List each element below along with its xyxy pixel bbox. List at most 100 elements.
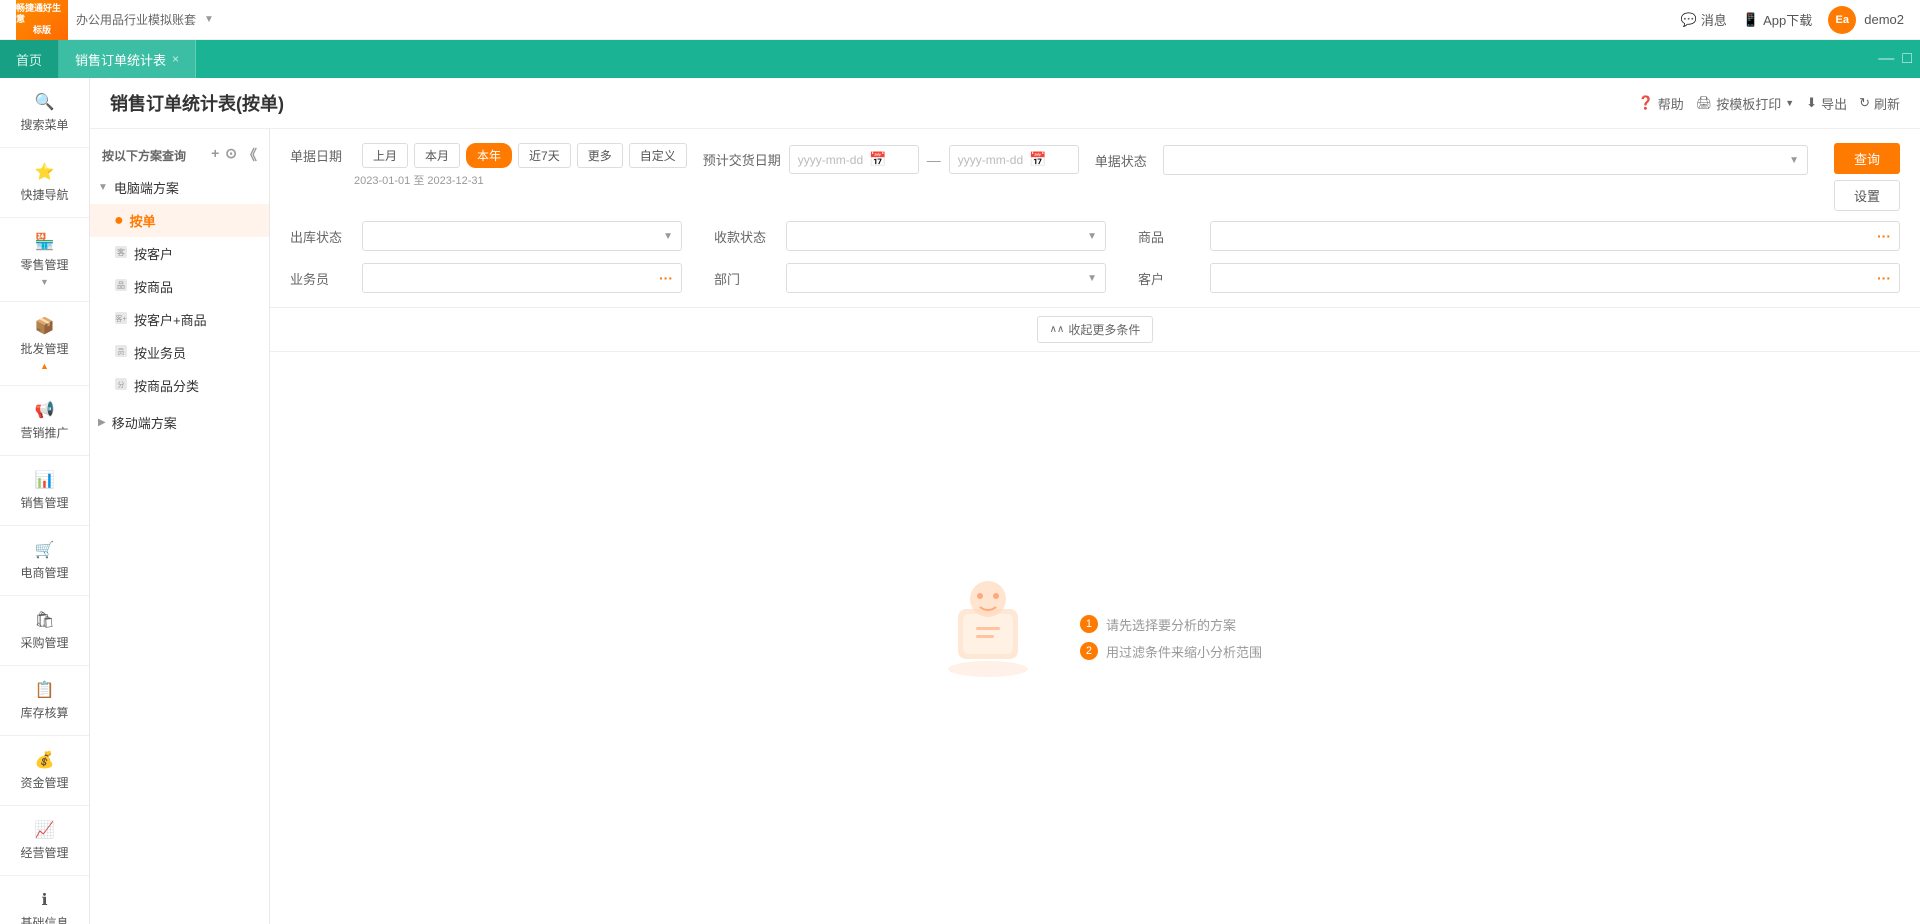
sidebar-retail-label: 零售管理 bbox=[20, 256, 68, 273]
content-area: 销售订单统计表(按单) ❓ 帮助 🖨 按模板打印 ▼ ⬇ 导出 ↻ 刷新 bbox=[90, 78, 1920, 924]
app-download-btn[interactable]: 📱 App下载 bbox=[1743, 10, 1812, 29]
sidebar-item-ecommerce[interactable]: 🛒 电商管理 bbox=[0, 526, 89, 596]
sidebar-search-label: 搜索菜单 bbox=[20, 116, 68, 133]
inventory-icon: 📋 bbox=[35, 680, 55, 700]
finance-icon: 💰 bbox=[35, 750, 55, 770]
sidebar-item-wholesale[interactable]: 📦 批发管理 ▲ bbox=[0, 302, 89, 386]
help-label: 帮助 bbox=[1658, 94, 1684, 113]
tab-home[interactable]: 首页 bbox=[0, 40, 59, 78]
sidebar-item-operation[interactable]: 📈 经营管理 bbox=[0, 806, 89, 876]
tab-maximize-btn[interactable]: □ bbox=[1902, 50, 1912, 68]
sidebar-item-nav[interactable]: ⭐ 快捷导航 bbox=[0, 148, 89, 218]
svg-text:品: 品 bbox=[117, 281, 125, 290]
tree-item-by-category[interactable]: 分 按商品分类 bbox=[90, 369, 269, 402]
tree-item-by-salesman[interactable]: 员 按业务员 bbox=[90, 336, 269, 369]
by-salesman-icon: 员 bbox=[114, 344, 128, 361]
refresh-btn[interactable]: ↻ 刷新 bbox=[1859, 94, 1900, 113]
panel-edit-btn[interactable]: ⊙ bbox=[225, 145, 237, 165]
tree-expand-icon: ▼ bbox=[98, 182, 108, 193]
tree-item-by-goods[interactable]: 品 按商品 bbox=[90, 270, 269, 303]
sidebar-item-basic[interactable]: ℹ 基础信息 bbox=[0, 876, 89, 924]
tip1-text: 请先选择要分析的方案 bbox=[1106, 615, 1236, 634]
svg-text:客+: 客+ bbox=[115, 314, 126, 323]
salesman-more-icon: ··· bbox=[659, 270, 673, 286]
payment-status-select[interactable]: ▼ bbox=[786, 221, 1106, 251]
tab-sales-order[interactable]: 销售订单统计表 × bbox=[59, 40, 196, 78]
dept-select[interactable]: ▼ bbox=[786, 263, 1106, 293]
ship-status-select[interactable]: ▼ bbox=[362, 221, 682, 251]
ship-status-label: 出库状态 bbox=[290, 227, 350, 246]
app-download-label: App下载 bbox=[1763, 10, 1812, 29]
sidebar-item-inventory[interactable]: 📋 库存核算 bbox=[0, 666, 89, 736]
tab-minimize-btn[interactable]: — bbox=[1878, 50, 1894, 68]
empty-area: 1 请先选择要分析的方案 2 用过滤条件来缩小分析范围 bbox=[270, 352, 1920, 924]
sidebar-operation-label: 经营管理 bbox=[20, 844, 68, 861]
page-title: 销售订单统计表(按单) bbox=[110, 90, 284, 116]
left-panel: 按以下方案查询 + ⊙ 《 ▼ 电脑端方案 ● 按单 bbox=[90, 129, 270, 924]
tree-item-by-customer[interactable]: 客 按客户 bbox=[90, 237, 269, 270]
sidebar-item-retail[interactable]: 🏪 零售管理 ▼ bbox=[0, 218, 89, 302]
basic-icon: ℹ bbox=[41, 890, 47, 910]
sidebar-sales-label: 销售管理 bbox=[20, 494, 68, 511]
tab-close-btn[interactable]: × bbox=[172, 52, 179, 66]
panel-collapse-btn[interactable]: 《 bbox=[243, 145, 257, 165]
goods-select[interactable]: ··· bbox=[1210, 221, 1900, 251]
message-btn[interactable]: 💬 消息 bbox=[1681, 10, 1727, 29]
collapse-row: ∧∧ 收起更多条件 bbox=[270, 308, 1920, 352]
avatar-text: Ea bbox=[1836, 14, 1849, 26]
expected-date-end[interactable]: yyyy-mm-dd 📅 bbox=[949, 145, 1079, 174]
header-left: 畅捷通好生意 标版 办公用品行业模拟账套 ▼ bbox=[16, 0, 214, 40]
tree-item-by-category-label: 按商品分类 bbox=[134, 376, 199, 395]
sidebar-marketing-label: 营销推广 bbox=[20, 424, 68, 441]
panel-add-btn[interactable]: + bbox=[211, 145, 219, 165]
header-right: 💬 消息 📱 App下载 Ea demo2 bbox=[1681, 6, 1904, 34]
sidebar-item-finance[interactable]: 💰 资金管理 bbox=[0, 736, 89, 806]
app-title-arrow[interactable]: ▼ bbox=[204, 14, 214, 25]
status-dropdown-icon: ▼ bbox=[1789, 155, 1799, 166]
panel-header: 按以下方案查询 + ⊙ 《 bbox=[90, 139, 269, 171]
tree-item-by-order[interactable]: ● 按单 bbox=[90, 204, 269, 237]
by-customer-icon: 客 bbox=[114, 245, 128, 262]
collapse-btn[interactable]: ∧∧ 收起更多条件 bbox=[1037, 316, 1154, 343]
date-btn-this-year[interactable]: 本年 bbox=[466, 143, 512, 168]
setting-btn[interactable]: 设置 bbox=[1834, 180, 1900, 211]
tree-item-by-salesman-label: 按业务员 bbox=[134, 343, 186, 362]
empty-tip-1: 1 请先选择要分析的方案 bbox=[1080, 615, 1262, 634]
svg-text:客: 客 bbox=[117, 247, 125, 257]
date-btn-custom[interactable]: 自定义 bbox=[629, 143, 687, 168]
salesman-select[interactable]: ··· bbox=[362, 263, 682, 293]
sidebar-item-sales[interactable]: 📊 销售管理 bbox=[0, 456, 89, 526]
tree-mobile-section[interactable]: ▶ 移动端方案 bbox=[90, 406, 269, 439]
customer-select[interactable]: ··· bbox=[1210, 263, 1900, 293]
calendar-end-icon: 📅 bbox=[1029, 151, 1046, 168]
expected-date-start[interactable]: yyyy-mm-dd 📅 bbox=[789, 145, 919, 174]
print-btn[interactable]: 🖨 按模板打印 ▼ bbox=[1696, 94, 1794, 113]
query-btn[interactable]: 查询 bbox=[1834, 143, 1900, 174]
logo-text: 畅捷通好生意 bbox=[16, 3, 68, 25]
customer-label: 客户 bbox=[1138, 269, 1198, 288]
export-btn[interactable]: ⬇ 导出 bbox=[1806, 94, 1847, 113]
date-btn-last-month[interactable]: 上月 bbox=[362, 143, 408, 168]
status-select[interactable]: ▼ bbox=[1163, 145, 1808, 175]
main-layout: 🔍 搜索菜单 ⭐ 快捷导航 🏪 零售管理 ▼ 📦 批发管理 ▲ 📢 营销推广 📊… bbox=[0, 78, 1920, 924]
sidebar-ecommerce-label: 电商管理 bbox=[20, 564, 68, 581]
tree-item-by-customer-goods[interactable]: 客+ 按客户+商品 bbox=[90, 303, 269, 336]
svg-text:员: 员 bbox=[118, 348, 125, 356]
user-area[interactable]: Ea demo2 bbox=[1828, 6, 1904, 34]
ship-dropdown-icon: ▼ bbox=[663, 231, 673, 242]
help-btn[interactable]: ❓ 帮助 bbox=[1638, 94, 1684, 113]
date-btn-this-month[interactable]: 本月 bbox=[414, 143, 460, 168]
avatar: Ea bbox=[1828, 6, 1856, 34]
wholesale-icon: 📦 bbox=[35, 316, 55, 336]
sidebar-item-search[interactable]: 🔍 搜索菜单 bbox=[0, 78, 89, 148]
tree-pc-section[interactable]: ▼ 电脑端方案 bbox=[90, 171, 269, 204]
date-btn-7days[interactable]: 近7天 bbox=[518, 143, 571, 168]
sidebar-inventory-label: 库存核算 bbox=[20, 704, 68, 721]
status-label: 单据状态 bbox=[1095, 151, 1155, 170]
retail-icon: 🏪 bbox=[35, 232, 55, 252]
sidebar-item-purchase[interactable]: 🛍 采购管理 bbox=[0, 596, 89, 666]
date-btn-more[interactable]: 更多 bbox=[577, 143, 623, 168]
user-name: demo2 bbox=[1864, 12, 1904, 27]
sidebar-item-marketing[interactable]: 📢 营销推广 bbox=[0, 386, 89, 456]
message-label: 消息 bbox=[1701, 10, 1727, 29]
